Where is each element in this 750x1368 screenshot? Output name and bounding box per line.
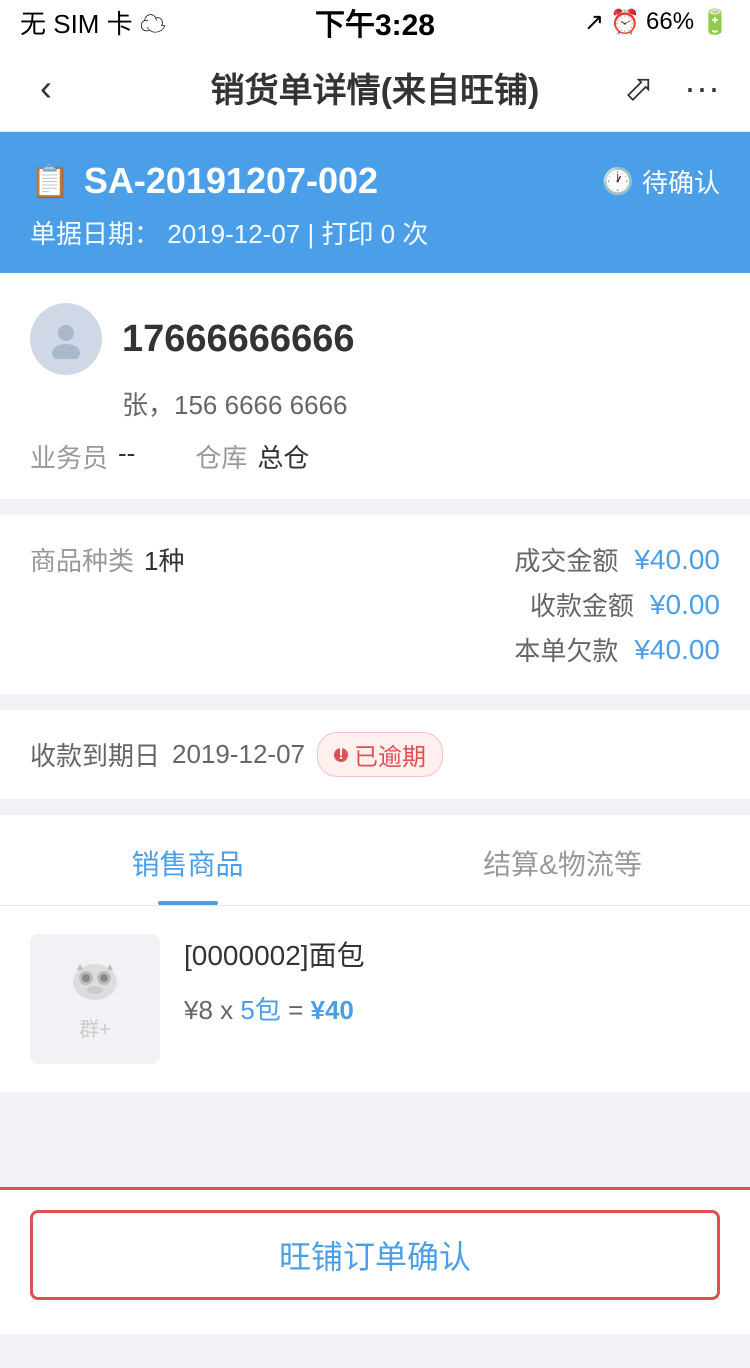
product-thumbnail: 群+ (30, 934, 160, 1064)
product-qty: 5包 (240, 995, 280, 1025)
price-prefix: ¥8 x (184, 995, 240, 1025)
owed-amount: ¥40.00 (634, 634, 720, 666)
nav-bar: ‹ 销货单详情(来自旺铺) ⬀ ··· (0, 44, 750, 132)
received-label: 收款金额 (530, 586, 634, 623)
overdue-dot-icon: ! (334, 748, 348, 762)
location-icon: ↗ (584, 8, 604, 37)
product-total: ¥40 (310, 995, 353, 1025)
alarm-icon: ⏰ (610, 8, 640, 37)
product-section: 群+ [0000002]面包 ¥8 x 5包 = ¥40 (0, 906, 750, 1092)
warehouse-value: 总仓 (257, 438, 309, 475)
status-left: 无 SIM 卡 ☁ (20, 4, 166, 41)
due-label: 收款到期日 (30, 736, 160, 773)
share-icon[interactable]: ⬀ (624, 67, 654, 109)
clock-icon: 🕐 (602, 166, 634, 197)
summary-row-owed: 本单欠款 ¥40.00 (514, 631, 720, 668)
owed-label: 本单欠款 (514, 631, 618, 668)
summary-section: 商品种类 1种 成交金额 ¥40.00 收款金额 ¥0.00 本单欠款 ¥40.… (0, 515, 750, 694)
warehouse-label: 仓库 (195, 438, 247, 475)
product-info: [0000002]面包 ¥8 x 5包 = ¥40 (184, 934, 720, 1027)
back-button[interactable]: ‹ (30, 57, 62, 119)
status-right: ↗ ⏰ 66% 🔋 (584, 8, 730, 37)
page-title: 销货单详情(来自旺铺) (211, 63, 540, 112)
overdue-text: 已逾期 (354, 737, 426, 772)
customer-name: 张，156 6666 6666 (30, 385, 720, 422)
order-date-info: 单据日期： 2019-12-07 | 打印 0 次 (30, 214, 720, 251)
tab-settlement[interactable]: 结算&物流等 (375, 815, 750, 905)
order-id: SA-20191207-002 (84, 160, 378, 202)
tabs-row: 销售商品 结算&物流等 (0, 815, 750, 906)
bottom-bar: 旺铺订单确认 (0, 1187, 750, 1334)
order-icon: 📋 (30, 162, 70, 200)
status-time: 下午3:28 (315, 0, 435, 44)
due-date: 2019-12-07 (172, 739, 305, 770)
due-section: 收款到期日 2019-12-07 ! 已逾期 (0, 710, 750, 799)
more-icon[interactable]: ··· (684, 67, 720, 109)
order-banner: 📋 SA-20191207-002 🕐 待确认 单据日期： 2019-12-07… (0, 132, 750, 273)
summary-right: 成交金额 ¥40.00 收款金额 ¥0.00 本单欠款 ¥40.00 (514, 541, 720, 668)
nav-actions: ⬀ ··· (624, 67, 720, 109)
salesperson-label: 业务员 (30, 438, 108, 475)
summary-left: 商品种类 1种 (30, 541, 184, 578)
tabs-section: 销售商品 结算&物流等 (0, 815, 750, 1092)
customer-meta: 业务员 -- 仓库 总仓 (30, 438, 720, 475)
received-amount: ¥0.00 (650, 589, 720, 621)
summary-row-deal: 成交金额 ¥40.00 (514, 541, 720, 578)
tab-sales-products[interactable]: 销售商品 (0, 815, 375, 905)
status-bar: 无 SIM 卡 ☁ 下午3:28 ↗ ⏰ 66% 🔋 (0, 0, 750, 44)
customer-section: 17666666666 张，156 6666 6666 业务员 -- 仓库 总仓 (0, 273, 750, 499)
customer-phone: 17666666666 (122, 318, 354, 361)
deal-label: 成交金额 (514, 541, 618, 578)
sim-status: 无 SIM 卡 ☁ (20, 4, 166, 41)
summary-row-received: 收款金额 ¥0.00 (530, 586, 720, 623)
product-name: [0000002]面包 (184, 934, 720, 974)
battery-icon: 🔋 (700, 8, 730, 37)
avatar (30, 303, 102, 375)
category-label: 商品种类 (30, 541, 134, 578)
confirm-order-button[interactable]: 旺铺订单确认 (30, 1210, 720, 1300)
status-text: 待确认 (642, 163, 720, 200)
battery-level: 66% (646, 8, 694, 36)
order-status: 🕐 待确认 (602, 163, 720, 200)
product-price-row: ¥8 x 5包 = ¥40 (184, 990, 720, 1027)
salesperson-value: -- (118, 438, 135, 475)
category-value: 1种 (144, 541, 184, 578)
product-item: 群+ [0000002]面包 ¥8 x 5包 = ¥40 (0, 906, 750, 1092)
product-eq: = (281, 995, 311, 1025)
overdue-badge: ! 已逾期 (317, 732, 443, 777)
brand-plus: 群+ (65, 1013, 125, 1042)
deal-amount: ¥40.00 (634, 544, 720, 576)
